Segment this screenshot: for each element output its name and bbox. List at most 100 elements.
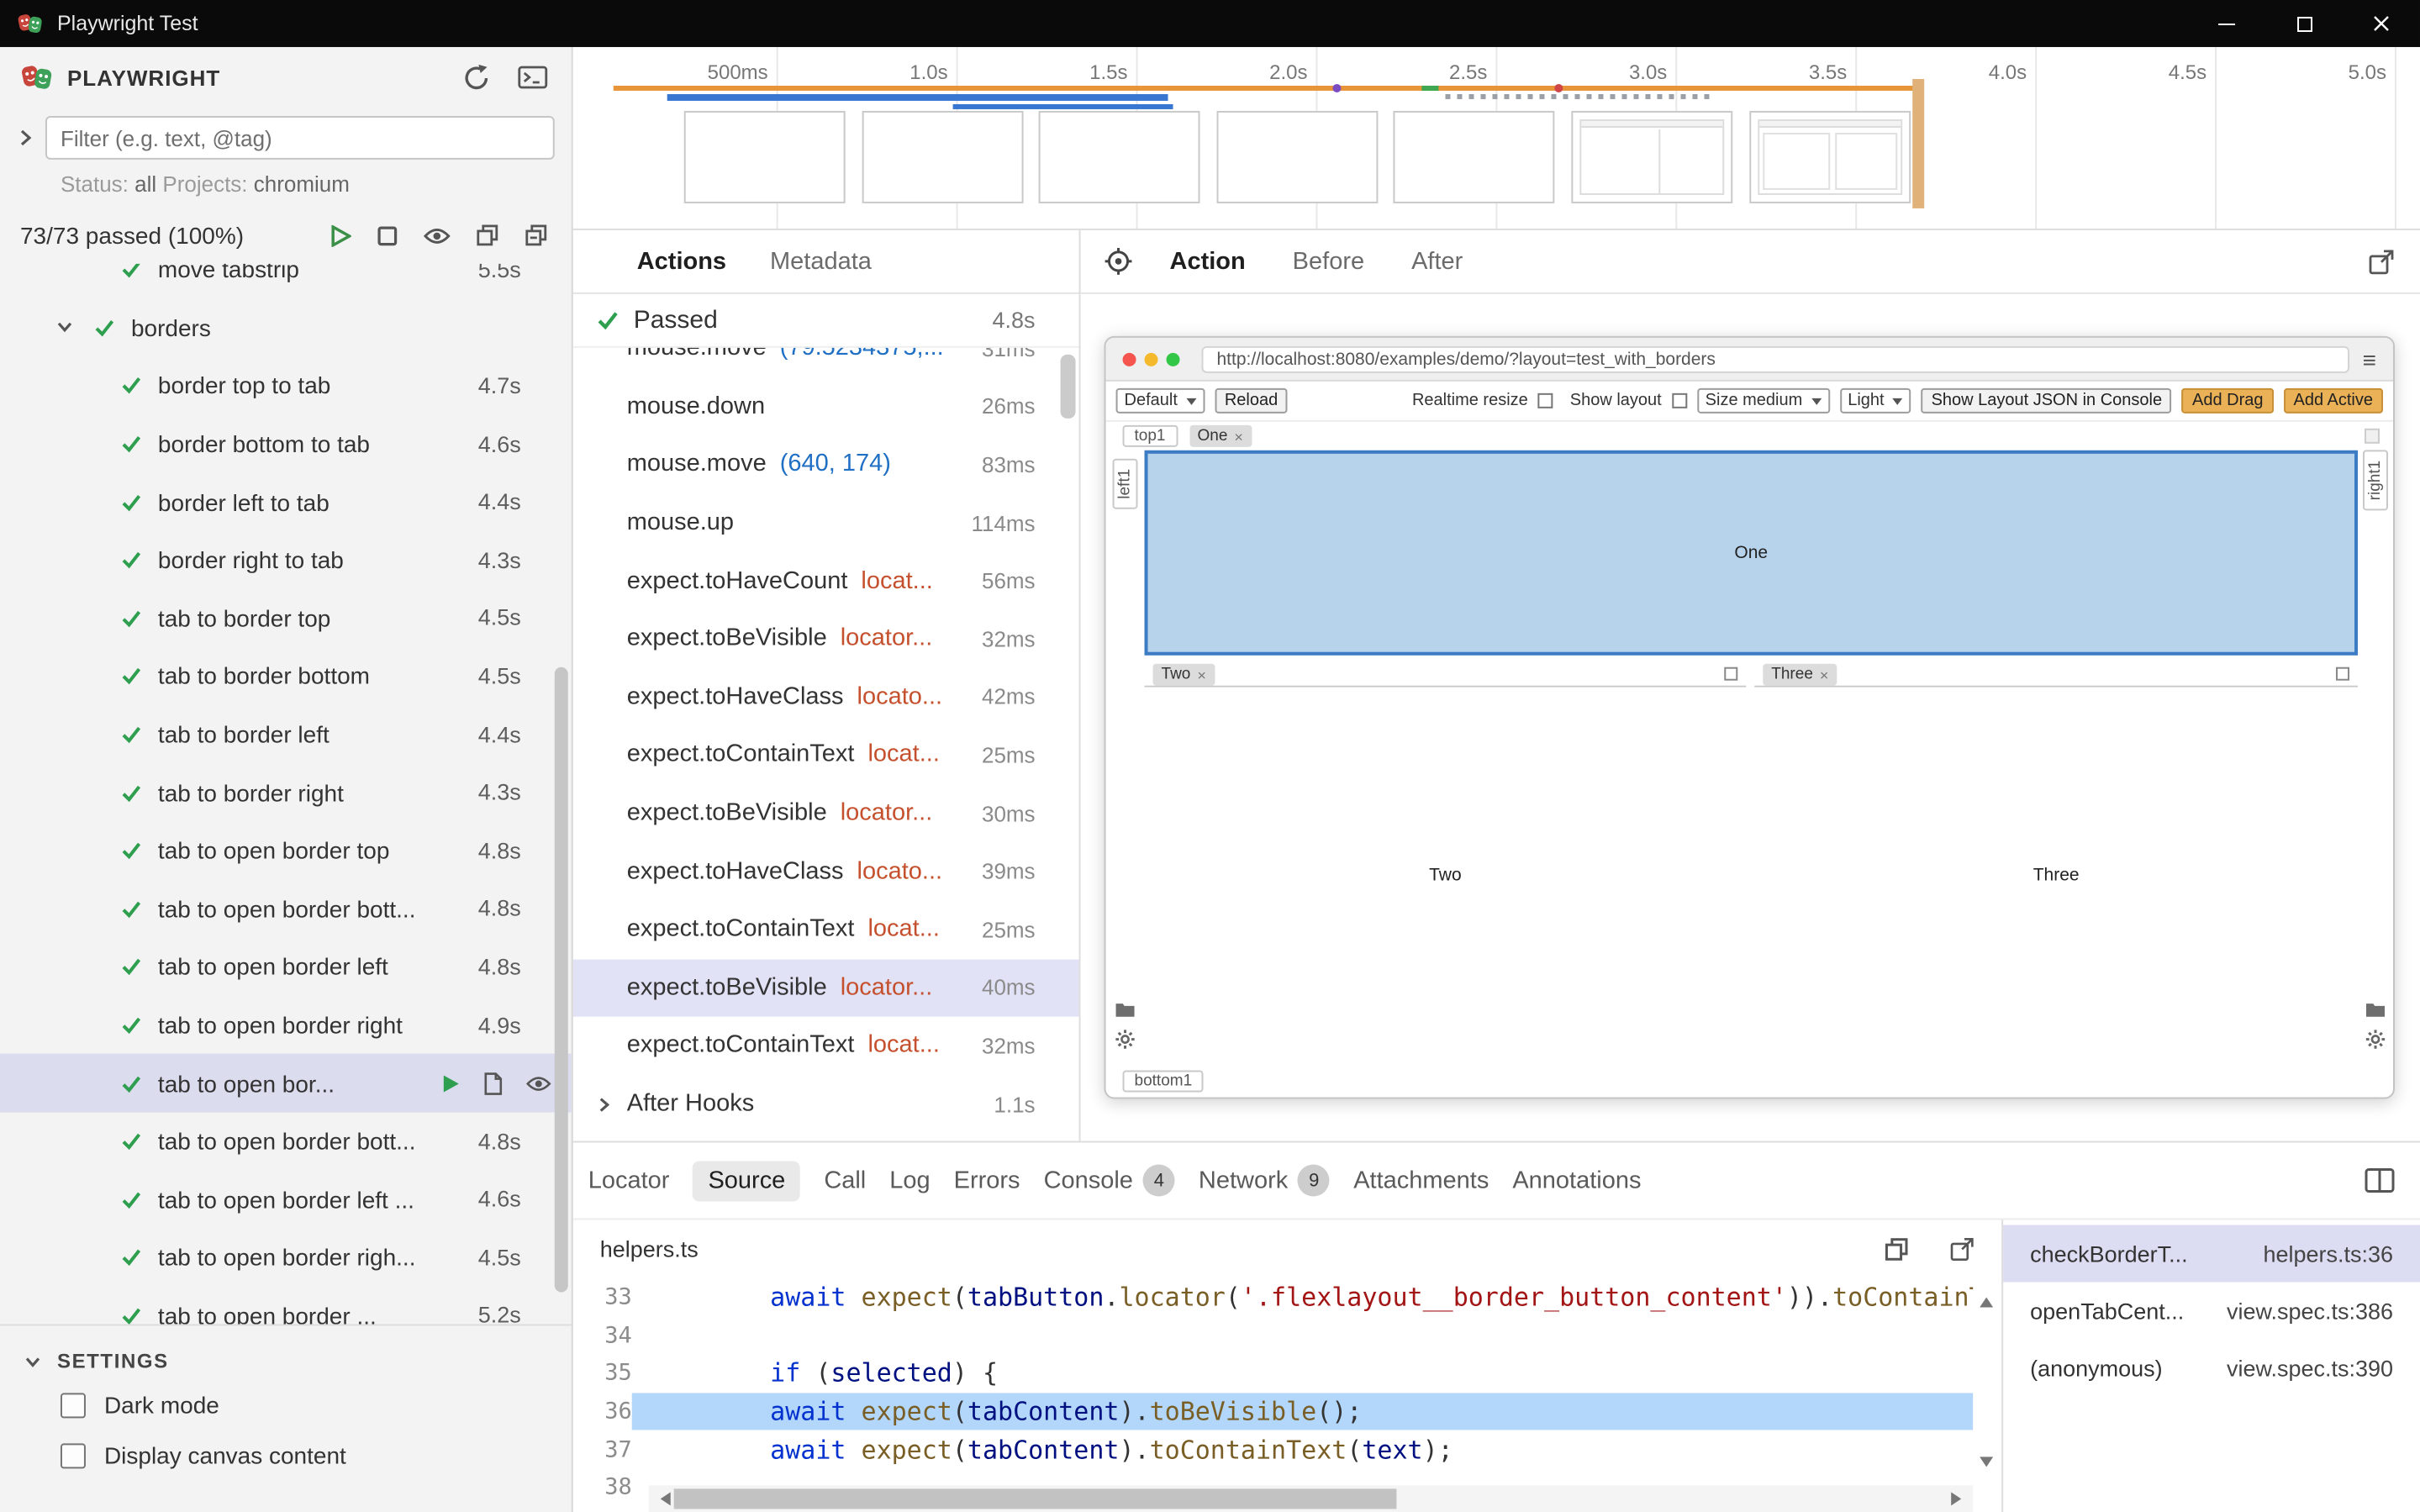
test-row[interactable]: move tabstrip 5.5s [0,264,572,298]
maximize-button[interactable] [2265,0,2343,47]
film-strip[interactable] [684,111,1911,203]
test-row[interactable]: tab to open border top 4.8s [0,822,572,880]
code-line[interactable]: 35 if (selected) { [573,1355,2001,1393]
horizontal-scrollbar[interactable] [649,1485,1973,1512]
chevron-right-icon[interactable] [17,128,34,148]
test-row[interactable]: border left to tab 4.4s [0,473,572,531]
add-drag-button[interactable]: Add Drag [2182,388,2273,414]
code-line[interactable]: 36 await expect(tabContent).toBeVisible(… [573,1393,2001,1430]
open-external-icon[interactable] [1949,1236,1974,1262]
action-row[interactable]: expect.toBeVisible locator... 32ms [573,610,1079,668]
show-layout-json-button[interactable]: Show Layout JSON in Console [1922,388,2172,414]
folder-icon[interactable] [2365,1000,2386,1019]
chevron-down-icon[interactable] [55,319,74,337]
action-row[interactable]: mouse.move (640, 174) 83ms [573,435,1079,493]
screenshot-thumbnail[interactable] [1394,111,1555,203]
tab-three[interactable]: Three× [1763,664,1837,686]
bottom-tab[interactable]: Log [889,1161,930,1201]
reload-icon[interactable] [462,63,491,92]
splitter-horizontal[interactable] [1145,656,2358,664]
test-row[interactable]: tab to border left 4.4s [0,705,572,763]
border-tab-left1[interactable]: left1 [1113,459,1138,509]
copy-icon[interactable] [1884,1236,1909,1262]
action-row[interactable]: expect.toHaveClass locato... 39ms [573,842,1079,900]
stop-icon[interactable] [377,224,398,246]
test-row[interactable]: tab to open border right 4.9s [0,996,572,1054]
tab-before[interactable]: Before [1293,248,1364,275]
border-tab-right1[interactable]: right1 [2363,450,2388,511]
code-line[interactable]: 37 await expect(tabContent).toContainTex… [573,1430,2001,1468]
chevron-right-icon[interactable] [597,1095,612,1114]
timeline-cell[interactable]: 4.5s [2037,47,2217,229]
test-list[interactable]: move tabstrip 5.5s borders border top to… [0,264,572,1325]
add-active-button[interactable]: Add Active [2284,388,2383,414]
maximize-icon[interactable] [1724,667,1737,681]
screenshot-thumbnail[interactable] [1748,111,1910,203]
layout-select[interactable]: Default [1116,388,1205,414]
gear-icon[interactable] [1115,1029,1136,1051]
screenshot-thumbnail[interactable] [1039,111,1200,203]
watch-test-icon[interactable] [526,1073,551,1093]
action-row[interactable]: expect.toContainText locat... 32ms [573,1017,1079,1075]
test-row[interactable]: borders [0,298,572,356]
bottom-tab[interactable]: Console 4 [1044,1158,1175,1204]
bottom-tab[interactable]: Annotations [1512,1161,1641,1201]
test-row[interactable]: tab to border top 4.5s [0,589,572,647]
terminal-icon[interactable] [518,64,548,91]
border-tab-top1[interactable]: top1 [1123,425,1178,447]
bottom-tab[interactable]: Errors [954,1161,1020,1201]
actions-list[interactable]: mouse.move (79.5234375,... 31ms mouse.do… [573,348,1079,1141]
bottom-tab[interactable]: Attachments [1353,1161,1489,1201]
action-row[interactable]: mouse.up 114ms [573,493,1079,551]
close-icon[interactable]: × [1820,666,1829,683]
menu-icon[interactable]: ≡ [2363,347,2376,371]
action-row[interactable]: mouse.down 26ms [573,377,1079,435]
run-all-icon[interactable] [330,224,351,246]
pick-locator-icon[interactable] [1105,247,1133,276]
code-line[interactable]: 33 await expect(tabButton.locator('.flex… [573,1278,2001,1316]
scrollbar[interactable] [1061,355,1076,419]
test-row[interactable]: border top to tab 4.7s [0,356,572,414]
screenshot-thumbnail[interactable] [862,111,1023,203]
code-editor[interactable]: 33 await expect(tabButton.locator('.flex… [573,1278,2001,1512]
tab-two[interactable]: Two× [1153,664,1215,686]
scroll-left-icon[interactable] [654,1492,671,1505]
projects-value[interactable]: chromium [254,171,350,197]
setting-dark-mode[interactable]: Dark mode [0,1379,572,1430]
screenshot-thumbnail[interactable] [684,111,846,203]
action-row[interactable]: expect.toBeVisible locator... 30ms [573,784,1079,842]
action-row[interactable]: expect.toHaveCount locat... 56ms [573,552,1079,610]
minimize-button[interactable] [2188,0,2265,47]
border-tab-bottom1[interactable]: bottom1 [1123,1070,1205,1092]
test-row[interactable]: tab to open border left 4.8s [0,938,572,996]
bottom-tab[interactable]: Network 9 [1199,1158,1330,1204]
realtime-resize-checkbox[interactable] [1538,393,1553,408]
checkbox-icon[interactable] [61,1392,86,1417]
scroll-down-icon[interactable] [1980,1457,1993,1473]
stack-frame-row[interactable]: openTabCent... view.spec.ts:386 [2003,1282,2420,1339]
action-row[interactable]: expect.toBeVisible locator... 40ms [573,959,1079,1017]
watch-all-icon[interactable] [424,224,451,246]
timeline-end-marker[interactable] [1912,79,1924,208]
source-file-icon[interactable] [482,1072,504,1095]
run-test-icon[interactable] [440,1073,461,1093]
collapse-all-icon[interactable] [525,224,548,247]
test-row[interactable]: tab to open border bott... 4.8s [0,880,572,938]
scrollbar-thumb[interactable] [674,1488,1397,1509]
scrollbar[interactable] [555,667,568,1293]
close-button[interactable] [2343,0,2420,47]
theme-select[interactable]: Light [1839,388,1911,414]
filter-input[interactable] [45,116,555,160]
size-select[interactable]: Size medium [1697,388,1830,414]
copy-icon[interactable] [476,224,499,247]
action-row[interactable]: After Hooks 1.1s [573,1075,1079,1133]
url-bar[interactable]: http://localhost:8080/examples/demo/?lay… [1201,345,2349,372]
timeline[interactable]: 500ms1.0s1.5s2.0s2.5s3.0s3.5s4.0s4.5s5.0… [573,47,2420,230]
tab-one[interactable]: One× [1189,425,1252,447]
status-value[interactable]: all [134,171,156,197]
test-row[interactable]: tab to border bottom 4.5s [0,647,572,705]
settings-header[interactable]: SETTINGS [0,1325,572,1379]
stack-frame-row[interactable]: checkBorderT... helpers.ts:36 [2003,1225,2420,1282]
close-icon[interactable]: × [1197,666,1206,683]
action-row[interactable]: mouse.move (79.5234375,... 31ms [573,348,1079,377]
